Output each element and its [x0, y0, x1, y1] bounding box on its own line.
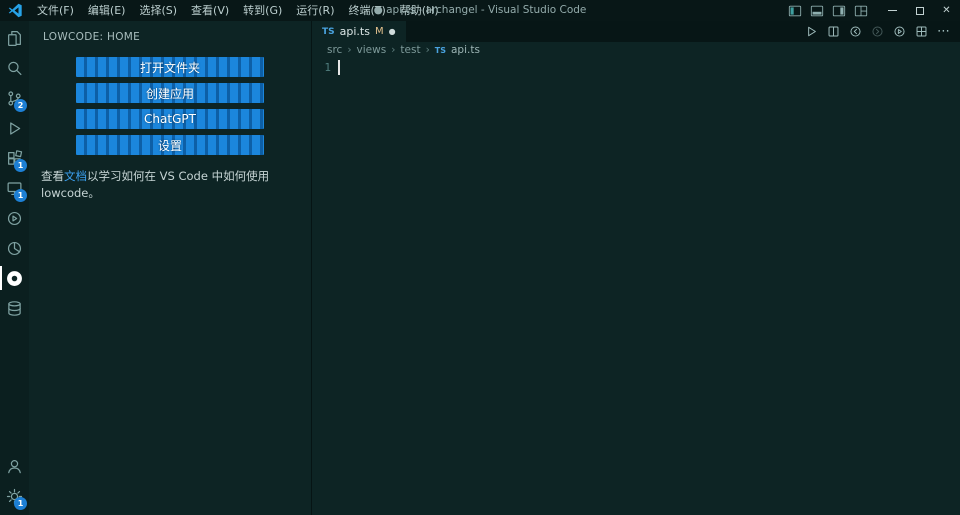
chevron-right-icon: › — [425, 44, 430, 56]
code-editor[interactable]: 1 — [312, 58, 960, 515]
sidebar-buttons: 打开文件夹 创建应用 ChatGPT 设置 — [29, 57, 311, 155]
database-icon[interactable] — [0, 293, 29, 323]
remote-explorer-icon[interactable]: 1 — [0, 173, 29, 203]
explorer-icon[interactable] — [0, 23, 29, 53]
coverage-icon[interactable] — [0, 233, 29, 263]
text-cursor — [338, 59, 340, 75]
open-changes-icon[interactable] — [827, 25, 840, 38]
account-icon[interactable] — [0, 451, 29, 481]
layout-controls — [785, 4, 871, 18]
vscode-window: 文件(F) 编辑(E) 选择(S) 查看(V) 转到(G) 运行(R) 终端(T… — [0, 0, 960, 515]
breadcrumb-file[interactable]: api.ts — [451, 44, 480, 56]
split-editor-icon[interactable] — [915, 25, 928, 38]
settings-gear-icon[interactable]: 1 — [0, 481, 29, 511]
close-button[interactable]: ✕ — [933, 0, 960, 21]
help-prefix: 查看 — [41, 169, 64, 183]
typescript-file-icon: TS — [434, 45, 446, 55]
run-debug-icon[interactable] — [0, 113, 29, 143]
docs-link[interactable]: 文档 — [64, 169, 87, 183]
settings-button[interactable]: 设置 — [76, 135, 264, 155]
editor-actions: ⋯ — [805, 21, 960, 42]
activity-bar-spacer — [0, 323, 29, 451]
git-modified-badge: M — [374, 26, 384, 37]
minimize-icon — [888, 10, 897, 11]
run-file-icon[interactable] — [805, 25, 818, 38]
code-line-1: 1 — [312, 58, 960, 76]
search-icon[interactable] — [0, 53, 29, 83]
breadcrumbs: src › views › test › TS api.ts — [312, 42, 960, 58]
vscode-logo-icon — [8, 3, 22, 18]
menu-view[interactable]: 查看(V) — [184, 0, 236, 21]
main-layout: 2 1 1 1 LOWCODE: HOME 打开文件夹 创建应用 ChatGPT… — [0, 21, 960, 515]
chevron-right-icon: › — [391, 44, 396, 56]
more-actions-icon[interactable]: ⋯ — [937, 25, 950, 38]
sidebar-title: LOWCODE: HOME — [43, 31, 141, 43]
settings-badge: 1 — [14, 497, 27, 510]
sidebar-help-text: 查看文档以学习如何在 VS Code 中如何使用 lowcode。 — [41, 168, 299, 203]
breadcrumb-src[interactable]: src — [327, 44, 342, 56]
toggle-panel-icon[interactable] — [810, 4, 824, 18]
tab-api-ts[interactable]: TS api.ts M ● — [312, 21, 406, 42]
typescript-file-icon: TS — [322, 26, 335, 37]
maximize-button[interactable] — [906, 0, 933, 21]
window-title: ● api.ts - archangel - Visual Studio Cod… — [373, 4, 587, 16]
chatgpt-button[interactable]: ChatGPT — [76, 109, 264, 129]
sidebar-panel: LOWCODE: HOME 打开文件夹 创建应用 ChatGPT 设置 查看文档… — [29, 21, 312, 515]
menu-file[interactable]: 文件(F) — [30, 0, 81, 21]
lowcode-extension-icon[interactable] — [0, 263, 29, 293]
line-number: 1 — [324, 60, 331, 74]
open-folder-button[interactable]: 打开文件夹 — [76, 57, 264, 77]
customize-layout-icon[interactable] — [854, 4, 868, 18]
titlebar: 文件(F) 编辑(E) 选择(S) 查看(V) 转到(G) 运行(R) 终端(T… — [0, 0, 960, 21]
menu-selection[interactable]: 选择(S) — [132, 0, 184, 21]
menu-edit[interactable]: 编辑(E) — [81, 0, 133, 21]
remote-badge: 1 — [14, 189, 27, 202]
breadcrumb-views[interactable]: views — [357, 44, 387, 56]
minimize-button[interactable] — [879, 0, 906, 21]
titlebar-controls: ✕ — [785, 0, 960, 21]
toggle-secondary-sidebar-icon[interactable] — [832, 4, 846, 18]
activity-bar: 2 1 1 1 — [0, 21, 29, 515]
menu-run[interactable]: 运行(R) — [289, 0, 341, 21]
editor-area: TS api.ts M ● ⋯ src › views › test › TS … — [312, 21, 960, 515]
maximize-icon — [915, 6, 924, 15]
source-control-badge: 2 — [14, 99, 27, 112]
breadcrumb-test[interactable]: test — [400, 44, 420, 56]
close-icon: ✕ — [942, 4, 951, 16]
go-back-icon[interactable] — [849, 25, 862, 38]
unsaved-dot-icon[interactable]: ● — [389, 27, 396, 36]
toggle-sidebar-icon[interactable] — [788, 4, 802, 18]
extensions-badge: 1 — [14, 159, 27, 172]
menu-go[interactable]: 转到(G) — [236, 0, 289, 21]
chevron-right-icon: › — [347, 44, 352, 56]
tab-label: api.ts — [339, 25, 370, 38]
go-forward-icon[interactable] — [871, 25, 884, 38]
extensions-icon[interactable]: 1 — [0, 143, 29, 173]
create-app-button[interactable]: 创建应用 — [76, 83, 264, 103]
live-preview-icon[interactable] — [0, 203, 29, 233]
run-or-debug-icon[interactable] — [893, 25, 906, 38]
source-control-icon[interactable]: 2 — [0, 83, 29, 113]
tab-bar: TS api.ts M ● ⋯ — [312, 21, 960, 42]
